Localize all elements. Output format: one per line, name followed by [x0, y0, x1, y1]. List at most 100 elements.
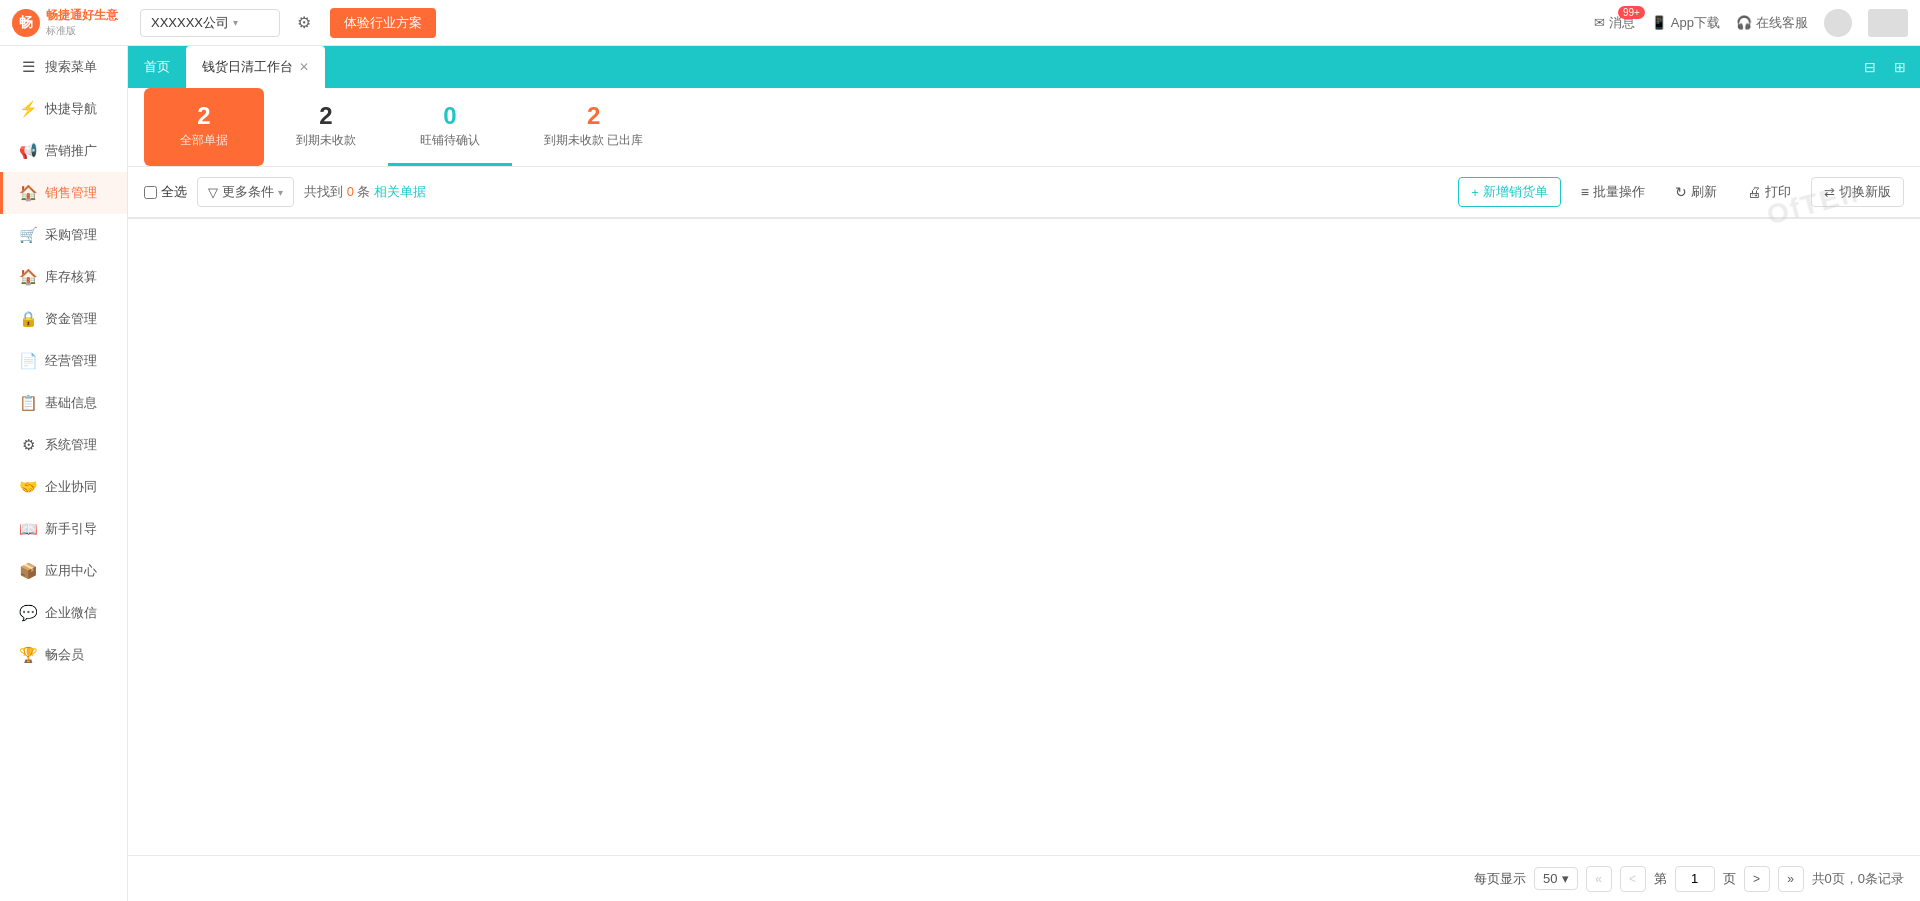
settings-icon[interactable]: ⚙ — [288, 7, 320, 39]
sidebar-wechat-label: 企业微信 — [45, 604, 97, 622]
tab-home-label: 首页 — [144, 58, 170, 76]
last-page-btn[interactable]: » — [1778, 866, 1804, 892]
stat-card-overdue[interactable]: 2 到期未收款 — [264, 88, 388, 166]
filter-label: 更多条件 — [222, 183, 274, 201]
sidebar-item-operations[interactable]: 📄 经营管理 — [0, 340, 127, 382]
sidebar-item-search[interactable]: ☰ 搜索菜单 — [0, 46, 127, 88]
prev-page-btn[interactable]: < — [1620, 866, 1646, 892]
tab-close-icon[interactable]: ✕ — [299, 60, 309, 74]
purchase-icon: 🛒 — [19, 226, 37, 244]
sidebar-item-marketing[interactable]: 📢 营销推广 — [0, 130, 127, 172]
sidebar-item-member[interactable]: 🏆 畅会员 — [0, 634, 127, 676]
page-size-label: 每页显示 — [1474, 870, 1526, 888]
enterprise-icon: 🤝 — [19, 478, 37, 496]
sidebar-enterprise-label: 企业协同 — [45, 478, 97, 496]
sidebar-item-wechat[interactable]: 💬 企业微信 — [0, 592, 127, 634]
message-btn[interactable]: ✉ 消息 99+ — [1594, 14, 1635, 32]
add-sales-btn[interactable]: + 新增销货单 — [1458, 177, 1561, 207]
trial-button[interactable]: 体验行业方案 — [330, 8, 436, 38]
page-input[interactable] — [1675, 866, 1715, 892]
sidebar-guide-label: 新手引导 — [45, 520, 97, 538]
app-download-btn[interactable]: 📱 App下载 — [1651, 14, 1720, 32]
sidebar-item-quick-nav[interactable]: ⚡ 快捷导航 — [0, 88, 127, 130]
stat-card-pending[interactable]: 0 旺铺待确认 — [388, 88, 512, 166]
guide-icon: 📖 — [19, 520, 37, 538]
select-all-input[interactable] — [144, 186, 157, 199]
marketing-icon: 📢 — [19, 142, 37, 160]
app-center-icon: 📦 — [19, 562, 37, 580]
page-suffix: 页 — [1723, 870, 1736, 888]
sales-icon: 🏠 — [19, 184, 37, 202]
wechat-icon: 💬 — [19, 604, 37, 622]
switch-icon: ⇄ — [1824, 185, 1835, 200]
sidebar-search-label: 搜索菜单 — [45, 58, 97, 76]
system-icon: ⚙ — [19, 436, 37, 454]
print-label: 打印 — [1765, 183, 1791, 201]
sidebar-item-finance[interactable]: 🔒 资金管理 — [0, 298, 127, 340]
print-icon: 🖨 — [1747, 184, 1761, 200]
tab-home[interactable]: 首页 — [128, 46, 186, 88]
page-total: 共0页，0条记录 — [1812, 870, 1904, 888]
logo-text: 畅捷通好生意 标准版 — [46, 7, 118, 38]
avatar[interactable] — [1824, 9, 1852, 37]
refresh-btn[interactable]: ↻ 刷新 — [1665, 178, 1727, 206]
online-service-btn[interactable]: 🎧 在线客服 — [1736, 14, 1808, 32]
message-badge: 99+ — [1618, 6, 1645, 19]
found-unit: 条 — [357, 184, 370, 199]
tab-maximize-icon[interactable]: ⊞ — [1888, 55, 1912, 79]
sidebar-item-app-center[interactable]: 📦 应用中心 — [0, 550, 127, 592]
sidebar-item-enterprise[interactable]: 🤝 企业协同 — [0, 466, 127, 508]
batch-action-btn[interactable]: ≡ 批量操作 — [1571, 178, 1655, 206]
stat-card-all[interactable]: 2 全部单据 — [144, 88, 264, 166]
tab-workbench[interactable]: 钱货日清工作台 ✕ — [186, 46, 325, 88]
headset-icon: 🎧 — [1736, 15, 1752, 30]
toolbar: 全选 ▽ 更多条件 ▾ 共找到 0 条 相关单据 + 新增销货单 — [128, 167, 1920, 218]
stat-num-overdue-out: 2 — [587, 102, 600, 130]
company-name: XXXXXX公司 — [151, 14, 229, 32]
search-menu-icon: ☰ — [19, 58, 37, 76]
company-selector[interactable]: XXXXXX公司 ▾ — [140, 9, 280, 37]
found-prefix: 共找到 — [304, 184, 343, 199]
switch-version-btn[interactable]: ⇄ 切换新版 — [1811, 177, 1904, 207]
tab-minimize-icon[interactable]: ⊟ — [1858, 55, 1882, 79]
page-size-select[interactable]: 50 ▾ — [1534, 867, 1577, 890]
stats-row: 2 全部单据 2 到期未收款 0 旺铺待确认 2 到期未收款 已出库 — [128, 88, 1920, 167]
user-menu[interactable] — [1868, 9, 1908, 37]
sidebar-item-sales[interactable]: 🏠 销售管理 — [0, 172, 127, 214]
filter-button[interactable]: ▽ 更多条件 ▾ — [197, 177, 294, 207]
filter-arrow-icon: ▾ — [278, 187, 283, 198]
sidebar-item-purchase[interactable]: 🛒 采购管理 — [0, 214, 127, 256]
logo-icon: 畅 — [12, 9, 40, 37]
message-icon: ✉ — [1594, 15, 1605, 30]
header-right: ✉ 消息 99+ 📱 App下载 🎧 在线客服 — [1594, 9, 1908, 37]
sidebar-quick-nav-label: 快捷导航 — [45, 100, 97, 118]
sidebar-item-inventory[interactable]: 🏠 库存核算 — [0, 256, 127, 298]
pagination-bar: 每页显示 50 ▾ « < 第 页 > » 共0页，0条记录 — [128, 855, 1920, 901]
stat-card-overdue-out[interactable]: 2 到期未收款 已出库 — [512, 88, 675, 166]
page-label: 第 — [1654, 870, 1667, 888]
refresh-label: 刷新 — [1691, 183, 1717, 201]
select-all-checkbox[interactable]: 全选 — [144, 183, 187, 201]
sidebar-item-system[interactable]: ⚙ 系统管理 — [0, 424, 127, 466]
next-page-btn[interactable]: > — [1744, 866, 1770, 892]
batch-icon: ≡ — [1581, 184, 1589, 200]
first-page-btn[interactable]: « — [1586, 866, 1612, 892]
found-link[interactable]: 相关单据 — [374, 184, 426, 199]
print-btn[interactable]: 🖨 打印 — [1737, 178, 1801, 206]
toolbar-left: 全选 ▽ 更多条件 ▾ 共找到 0 条 相关单据 — [144, 177, 426, 207]
page-size-arrow: ▾ — [1562, 871, 1569, 886]
mobile-icon: 📱 — [1651, 15, 1667, 30]
stat-num-overdue: 2 — [319, 102, 332, 130]
switch-label: 切换新版 — [1839, 183, 1891, 201]
stat-num-pending: 0 — [443, 102, 456, 130]
sidebar-finance-label: 资金管理 — [45, 310, 97, 328]
top-header: 畅 畅捷通好生意 标准版 XXXXXX公司 ▾ ⚙ 体验行业方案 ✉ 消息 99… — [0, 0, 1920, 46]
stat-num-all: 2 — [197, 102, 210, 130]
sidebar-item-basic-info[interactable]: 📋 基础信息 — [0, 382, 127, 424]
found-text: 共找到 0 条 相关单据 — [304, 183, 426, 201]
stat-label-overdue: 到期未收款 — [296, 132, 356, 149]
sidebar-item-guide[interactable]: 📖 新手引导 — [0, 508, 127, 550]
found-num: 0 — [347, 184, 354, 199]
chevron-down-icon: ▾ — [233, 17, 238, 28]
content-area: 2 全部单据 2 到期未收款 0 旺铺待确认 2 到期未收款 已出库 全选 — [128, 88, 1920, 901]
